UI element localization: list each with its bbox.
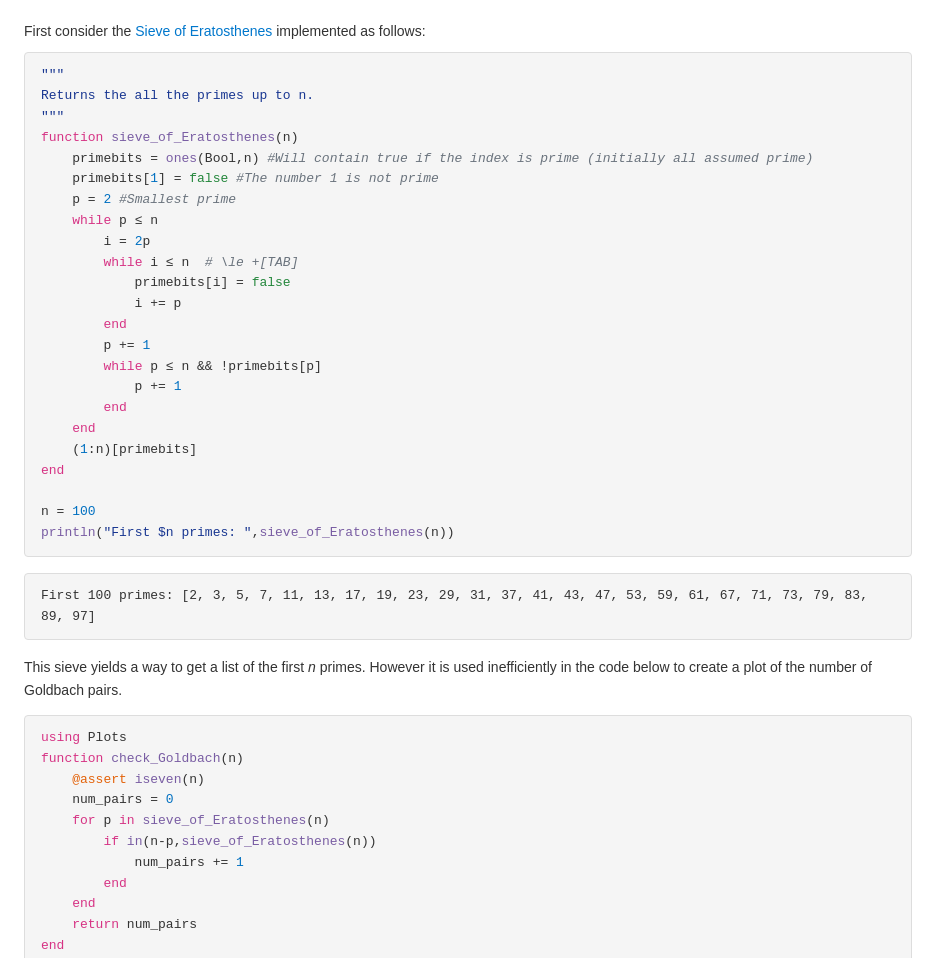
output-line1: First 100 primes: [2, 3, 5, 7, 11, 13, 1… [41, 588, 618, 603]
goldbach-code-block: using Plots function check_Goldbach(n) @… [24, 715, 912, 958]
n-variable: n [308, 659, 316, 675]
intro-text-after: implemented as follows: [272, 23, 425, 39]
desc-text-1: This sieve yields a way to get a list of… [24, 659, 308, 675]
sieve-link[interactable]: Sieve of Eratosthenes [135, 23, 272, 39]
intro-paragraph: First consider the Sieve of Eratosthenes… [24, 20, 912, 42]
description-paragraph: This sieve yields a way to get a list of… [24, 656, 912, 701]
intro-text-before: First consider the [24, 23, 135, 39]
output-block: First 100 primes: [2, 3, 5, 7, 11, 13, 1… [24, 573, 912, 641]
sieve-code-block: """ Returns the all the primes up to n. … [24, 52, 912, 556]
